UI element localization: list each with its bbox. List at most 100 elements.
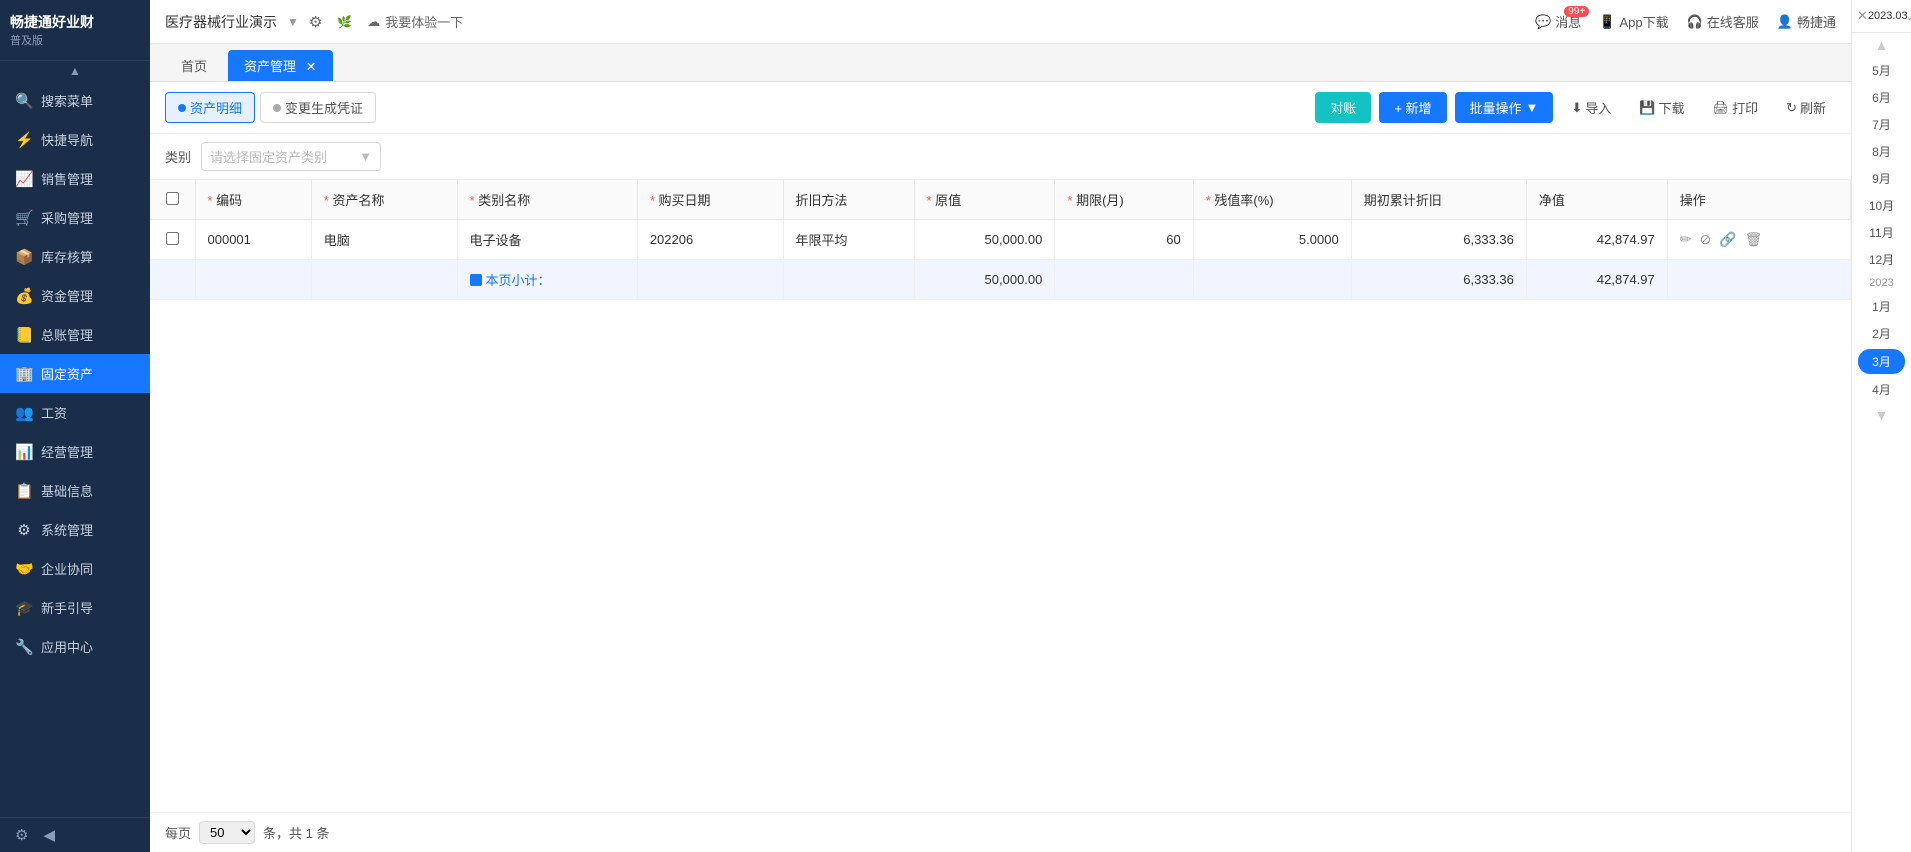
app-download-btn[interactable]: 📱 App下载: [1599, 12, 1668, 31]
timeline-scroll-up-btn[interactable]: ▲: [1852, 33, 1911, 57]
sidebar-item-guide[interactable]: 🎓新手引导: [0, 588, 150, 627]
sidebar-item-cooperation[interactable]: 🤝企业协同: [0, 549, 150, 588]
settings-icon[interactable]: ⚙: [15, 826, 28, 844]
category-filter-select[interactable]: 请选择固定资产类别 ▼: [201, 142, 381, 171]
tab-asset-detail[interactable]: 资产明细: [165, 92, 255, 123]
delete-icon[interactable]: 🗑: [1745, 231, 1763, 248]
customer-service-btn[interactable]: 🎧 在线客服: [1687, 12, 1759, 31]
experience-icon: ☁: [367, 14, 380, 30]
timeline-month[interactable]: 4月: [1852, 376, 1911, 403]
filter-label: 类别: [165, 147, 191, 166]
copy-icon[interactable]: ⊘: [1700, 231, 1712, 248]
sidebar-item-search[interactable]: 🔍 搜索菜单: [0, 81, 150, 120]
per-page-select[interactable]: 50 100 200: [199, 821, 255, 844]
tab-dot-icon: [178, 104, 186, 112]
sidebar-item-ledger[interactable]: 📒总账管理: [0, 315, 150, 354]
sidebar-item-system[interactable]: ⚙系统管理: [0, 510, 150, 549]
sidebar: 畅捷通好业财 普及版 ▲ 🔍 搜索菜单 ⚡快捷导航📈销售管理🛒采购管理📦库存核算💰资…: [0, 0, 150, 852]
sidebar-label: 资金管理: [41, 286, 93, 305]
link-icon[interactable]: 🔗: [1719, 231, 1736, 248]
toolbar-tabs: 资产明细 变更生成凭证: [165, 92, 1305, 123]
sidebar-logo: 畅捷通好业财 普及版: [0, 0, 150, 61]
row-purchase-date: 202206: [637, 220, 783, 260]
app_center-icon: 🔧: [15, 638, 33, 656]
filter-placeholder: 请选择固定资产类别: [210, 147, 327, 166]
th-purchase-date: 购买日期: [637, 180, 783, 220]
ledger-icon: 📒: [15, 326, 33, 344]
duizhang-button[interactable]: 对账: [1315, 92, 1371, 123]
print-button[interactable]: 🖨 打印: [1703, 93, 1769, 122]
print-icon: 🖨: [1713, 100, 1730, 116]
message-btn[interactable]: 💬 消息 99+: [1535, 12, 1581, 31]
sidebar-item-quicknav[interactable]: ⚡快捷导航: [0, 120, 150, 159]
user-avatar-icon: 👤: [1777, 14, 1793, 30]
settings-gear-icon[interactable]: ⚙: [309, 13, 322, 31]
sidebar-item-basic_info[interactable]: 📋基础信息: [0, 471, 150, 510]
subtotal-actions: [1667, 260, 1850, 300]
timeline-month[interactable]: 7月: [1852, 111, 1911, 138]
toolbar: 资产明细 变更生成凭证 对账 + 新增 批量操作 ▼ ⬇ 导入: [150, 82, 1851, 134]
edit-icon[interactable]: ✏: [1680, 231, 1692, 248]
row-checkbox[interactable]: [166, 232, 179, 245]
timeline-month[interactable]: 9月: [1852, 165, 1911, 192]
search-icon: 🔍: [15, 92, 33, 110]
collapse-icon[interactable]: ◀: [43, 826, 55, 844]
sidebar-item-inventory[interactable]: 📦库存核算: [0, 237, 150, 276]
download-button[interactable]: 💾 下载: [1629, 93, 1694, 122]
th-period: 期限(月): [1055, 180, 1193, 220]
tab-change-voucher[interactable]: 变更生成凭证: [260, 92, 376, 123]
sidebar-scroll-up[interactable]: ▲: [0, 61, 150, 81]
user-menu[interactable]: 👤 畅捷通: [1777, 12, 1836, 31]
timeline-month[interactable]: 6月: [1852, 84, 1911, 111]
sales-icon: 📈: [15, 170, 33, 188]
topbar-right: 💬 消息 99+ 📱 App下载 🎧 在线客服 👤 畅捷通: [1535, 12, 1836, 31]
total-label: 条，共 1 条: [263, 823, 329, 842]
sidebar-item-operations[interactable]: 📊经营管理: [0, 432, 150, 471]
asset-table-wrap: 编码 资产名称 类别名称 购买日期 折旧方法 原值 期限(月) 残值率(%) 期…: [150, 180, 1851, 812]
timeline-current-year: 2023: [1852, 273, 1911, 293]
th-code: 编码: [195, 180, 311, 220]
sidebar-label: 搜索菜单: [41, 91, 93, 110]
sidebar-label: 采购管理: [41, 208, 93, 227]
batch-ops-button[interactable]: 批量操作 ▼: [1455, 92, 1554, 123]
timeline-month[interactable]: 1月: [1852, 293, 1911, 320]
timeline-month[interactable]: 10月: [1852, 192, 1911, 219]
sidebar-label: 企业协同: [41, 559, 93, 578]
import-button[interactable]: ⬇ 导入: [1561, 93, 1621, 122]
tab-asset-management[interactable]: 资产管理 ✕: [228, 50, 333, 81]
tab-home[interactable]: 首页: [165, 50, 223, 81]
sidebar-item-purchase[interactable]: 🛒采购管理: [0, 198, 150, 237]
subtotal-label: 本页小计：: [486, 270, 551, 289]
basic_info-icon: 📋: [15, 482, 33, 500]
timeline-month[interactable]: 5月: [1852, 57, 1911, 84]
filter-row: 类别 请选择固定资产类别 ▼: [150, 134, 1851, 180]
sidebar-item-app_center[interactable]: 🔧应用中心: [0, 627, 150, 666]
timeline-month[interactable]: 12月: [1852, 246, 1911, 273]
sidebar-item-fixed_assets[interactable]: 🏢固定资产: [0, 354, 150, 393]
import-icon: ⬇: [1571, 100, 1582, 116]
subtotal-label-cell: 本页小计：: [457, 260, 637, 300]
timeline-scroll-down-btn[interactable]: ▼: [1852, 403, 1911, 427]
row-original-value: 50,000.00: [914, 220, 1055, 260]
tab-close-icon[interactable]: ✕: [306, 59, 317, 74]
sidebar-item-payroll[interactable]: 👥工资: [0, 393, 150, 432]
th-name: 资产名称: [311, 180, 457, 220]
row-category: 电子设备: [457, 220, 637, 260]
select-all-checkbox[interactable]: [166, 192, 179, 205]
sidebar-item-funds[interactable]: 💰资金管理: [0, 276, 150, 315]
company-name[interactable]: 医疗器械行业演示: [165, 12, 277, 32]
timeline-month[interactable]: 8月: [1852, 138, 1911, 165]
timeline-month[interactable]: 11月: [1852, 219, 1911, 246]
tab-dot-icon: [273, 104, 281, 112]
refresh-button[interactable]: ↻ 刷新: [1776, 93, 1836, 122]
th-actions: 操作: [1667, 180, 1850, 220]
timeline-close-icon[interactable]: ✕: [1857, 8, 1868, 24]
sidebar-item-sales[interactable]: 📈销售管理: [0, 159, 150, 198]
timeline-month[interactable]: 2月: [1852, 320, 1911, 347]
app-download-icon: 📱: [1599, 14, 1615, 30]
new-button[interactable]: + 新增: [1379, 92, 1446, 123]
sidebar-label: 系统管理: [41, 520, 93, 539]
timeline-month[interactable]: 3月: [1858, 349, 1905, 374]
experience-btn[interactable]: ☁ 我要体验一下: [367, 12, 463, 31]
table-row: 000001 电脑 电子设备 202206 年限平均 50,000.00 60 …: [150, 220, 1851, 260]
